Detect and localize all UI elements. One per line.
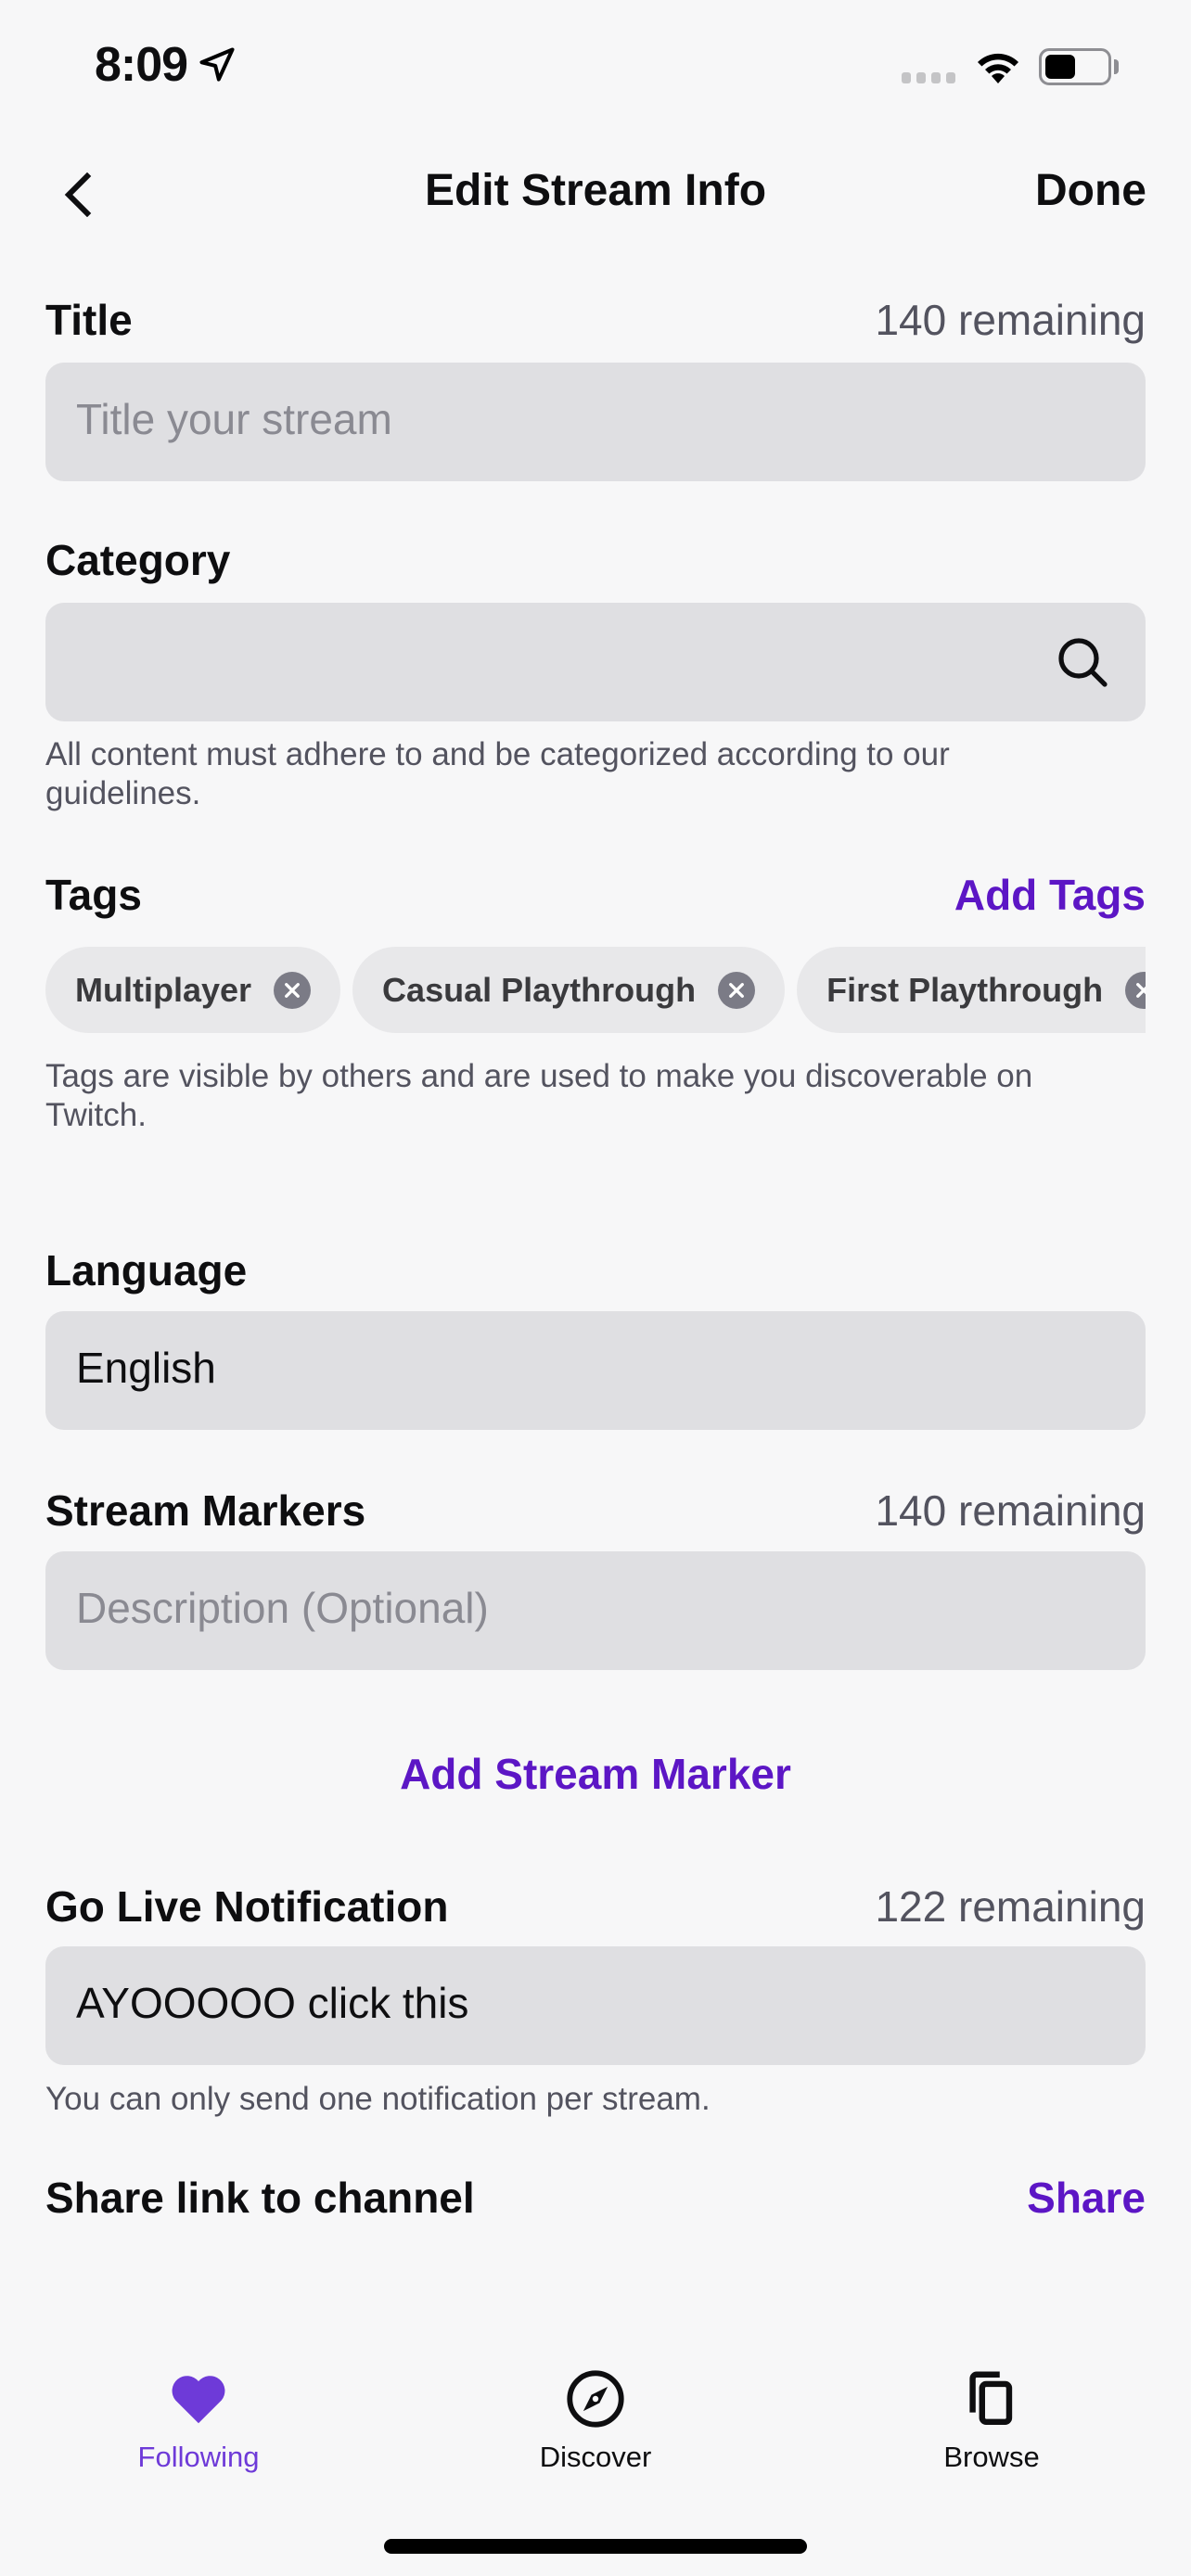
tag-label: Multiplayer bbox=[75, 970, 252, 1009]
battery-nub bbox=[1114, 59, 1119, 74]
add-tags-button[interactable]: Add Tags bbox=[954, 870, 1146, 920]
go-live-notification-label: Go Live Notification bbox=[45, 1882, 449, 1931]
done-button[interactable]: Done bbox=[1035, 165, 1146, 216]
tab-discover[interactable]: Discover bbox=[456, 2337, 735, 2474]
title-input[interactable]: Title your stream bbox=[45, 363, 1146, 481]
title-label: Title bbox=[45, 296, 133, 344]
tab-bar: Following Discover Browse bbox=[0, 2337, 1191, 2485]
category-label: Category bbox=[45, 536, 231, 584]
status-time-group: 8:09 bbox=[95, 37, 237, 93]
heart-icon bbox=[172, 2376, 225, 2424]
remove-tag-button[interactable] bbox=[1125, 971, 1146, 1009]
marker-description-placeholder: Description (Optional) bbox=[76, 1584, 489, 1632]
title-placeholder: Title your stream bbox=[76, 395, 392, 443]
stream-markers-counter: 140 remaining bbox=[875, 1486, 1146, 1535]
signal-dots-icon bbox=[902, 72, 955, 83]
notification-helper-text: You can only send one notification per s… bbox=[45, 2081, 711, 2117]
language-value: English bbox=[76, 1344, 216, 1392]
category-search-input[interactable] bbox=[45, 603, 1146, 721]
add-stream-marker-button[interactable]: Add Stream Marker bbox=[0, 1749, 1191, 1799]
remove-tag-button[interactable] bbox=[274, 971, 312, 1009]
tab-label: Following bbox=[137, 2441, 260, 2473]
status-bar: 8:09 bbox=[0, 0, 1191, 139]
go-live-notification-input[interactable]: AYOOOOO click this bbox=[45, 1946, 1146, 2065]
tags-helper-text: Tags are visible by others and are used … bbox=[45, 1058, 1033, 1133]
battery-level bbox=[1045, 55, 1075, 79]
search-icon[interactable] bbox=[1055, 634, 1110, 690]
close-icon bbox=[1136, 982, 1146, 998]
tags-label: Tags bbox=[45, 871, 142, 919]
tags-list: Multiplayer Casual Playthrough First Pla… bbox=[45, 947, 1146, 1033]
marker-description-input[interactable]: Description (Optional) bbox=[45, 1551, 1146, 1670]
compass-icon bbox=[567, 2370, 624, 2428]
close-icon bbox=[729, 982, 745, 998]
share-link-label: Share link to channel bbox=[45, 2174, 475, 2222]
tag-label: Casual Playthrough bbox=[382, 970, 697, 1009]
tag-chip[interactable]: Casual Playthrough bbox=[352, 947, 786, 1033]
browse-cards-icon bbox=[969, 2371, 1013, 2425]
title-counter: 140 remaining bbox=[875, 296, 1146, 344]
tab-following[interactable]: Following bbox=[59, 2337, 338, 2474]
edit-stream-info-screen: 8:09 Edit Stream Info Done Title 140 rem… bbox=[0, 0, 1191, 2576]
navigation-bar: Edit Stream Info Done bbox=[0, 148, 1191, 241]
tag-chip[interactable]: Multiplayer bbox=[45, 947, 341, 1033]
remove-tag-button[interactable] bbox=[718, 971, 756, 1009]
close-icon bbox=[285, 982, 300, 998]
location-arrow-icon bbox=[199, 47, 235, 82]
go-live-notification-counter: 122 remaining bbox=[875, 1882, 1146, 1931]
home-indicator[interactable] bbox=[384, 2539, 807, 2554]
tag-label: First Playthrough bbox=[826, 970, 1104, 1009]
tag-chip[interactable]: First Playthrough bbox=[797, 947, 1146, 1033]
wifi-icon bbox=[978, 53, 1018, 83]
page-title: Edit Stream Info bbox=[424, 166, 767, 215]
category-helper-text: All content must adhere to and be catego… bbox=[45, 736, 950, 811]
battery-icon bbox=[1039, 48, 1111, 85]
tab-browse[interactable]: Browse bbox=[852, 2337, 1131, 2474]
tab-label: Discover bbox=[539, 2441, 652, 2473]
stream-markers-label: Stream Markers bbox=[45, 1486, 366, 1535]
status-time: 8:09 bbox=[95, 38, 188, 92]
language-label: Language bbox=[45, 1246, 248, 1294]
language-select[interactable]: English bbox=[45, 1311, 1146, 1430]
tab-label: Browse bbox=[943, 2441, 1040, 2473]
go-live-notification-value: AYOOOOO click this bbox=[76, 1979, 469, 2027]
share-button[interactable]: Share bbox=[1027, 2173, 1146, 2223]
